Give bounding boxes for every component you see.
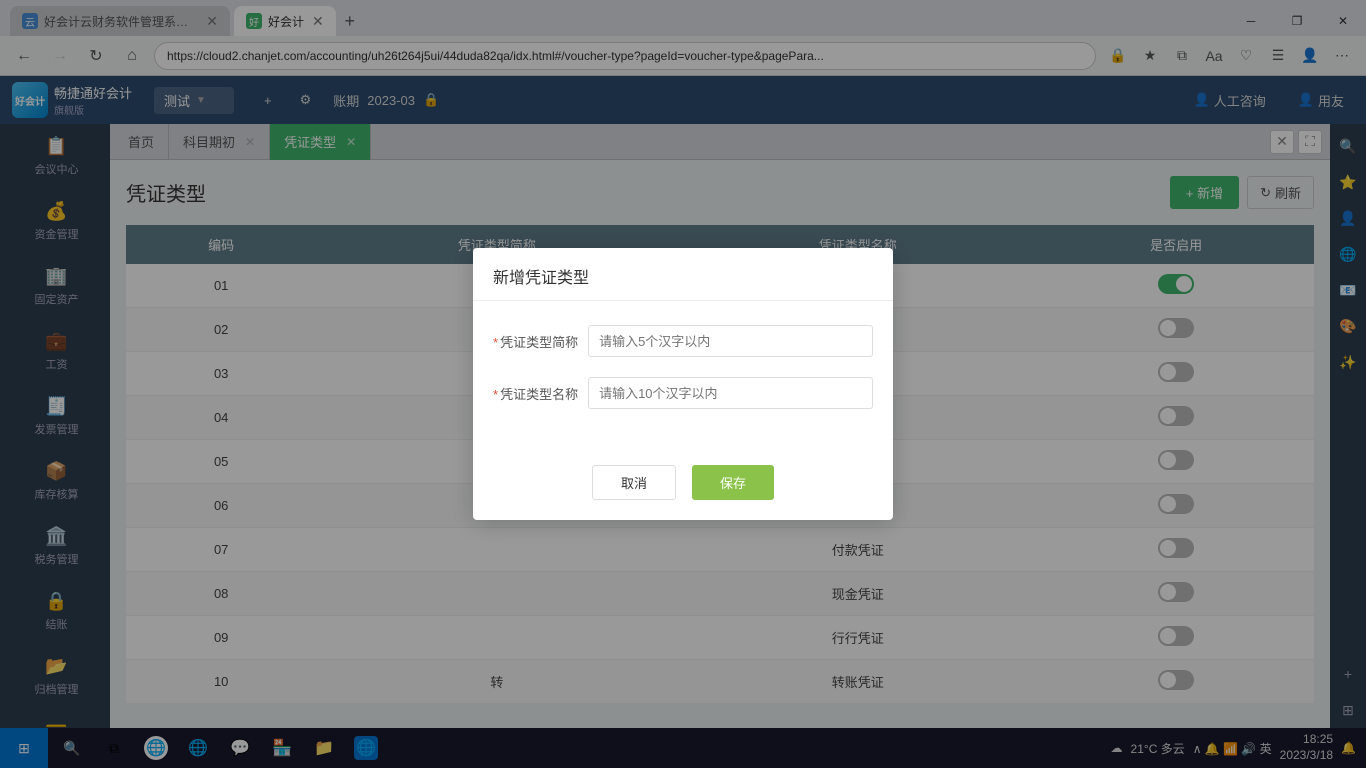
add-voucher-type-dialog: 新增凭证类型 *凭证类型简称 *凭证类型名称 取消 保存 (473, 248, 893, 520)
dialog-title: 新增凭证类型 (473, 248, 893, 301)
name-label: *凭证类型名称 (493, 384, 588, 403)
abbr-label: *凭证类型简称 (493, 332, 588, 351)
dialog-footer: 取消 保存 (473, 453, 893, 520)
form-row-abbr: *凭证类型简称 (493, 325, 873, 357)
dialog-body: *凭证类型简称 *凭证类型名称 (473, 301, 893, 453)
abbr-input[interactable] (588, 325, 873, 357)
name-input[interactable] (588, 377, 873, 409)
dialog-overlay: 新增凭证类型 *凭证类型简称 *凭证类型名称 取消 保存 (0, 0, 1366, 768)
cancel-button[interactable]: 取消 (592, 465, 676, 500)
save-button[interactable]: 保存 (692, 465, 774, 500)
form-row-name: *凭证类型名称 (493, 377, 873, 409)
